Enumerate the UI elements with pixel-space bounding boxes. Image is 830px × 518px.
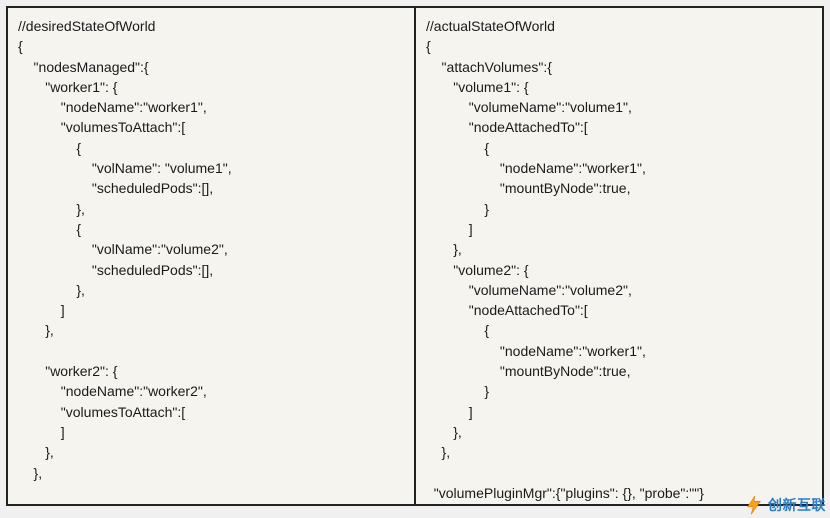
- two-pane-container: //desiredStateOfWorld { "nodesManaged":{…: [6, 6, 824, 506]
- desired-state-code: //desiredStateOfWorld { "nodesManaged":{…: [18, 16, 404, 504]
- actual-state-code: //actualStateOfWorld { "attachVolumes":{…: [426, 16, 812, 504]
- right-pane: //actualStateOfWorld { "attachVolumes":{…: [416, 8, 822, 504]
- left-pane: //desiredStateOfWorld { "nodesManaged":{…: [8, 8, 416, 504]
